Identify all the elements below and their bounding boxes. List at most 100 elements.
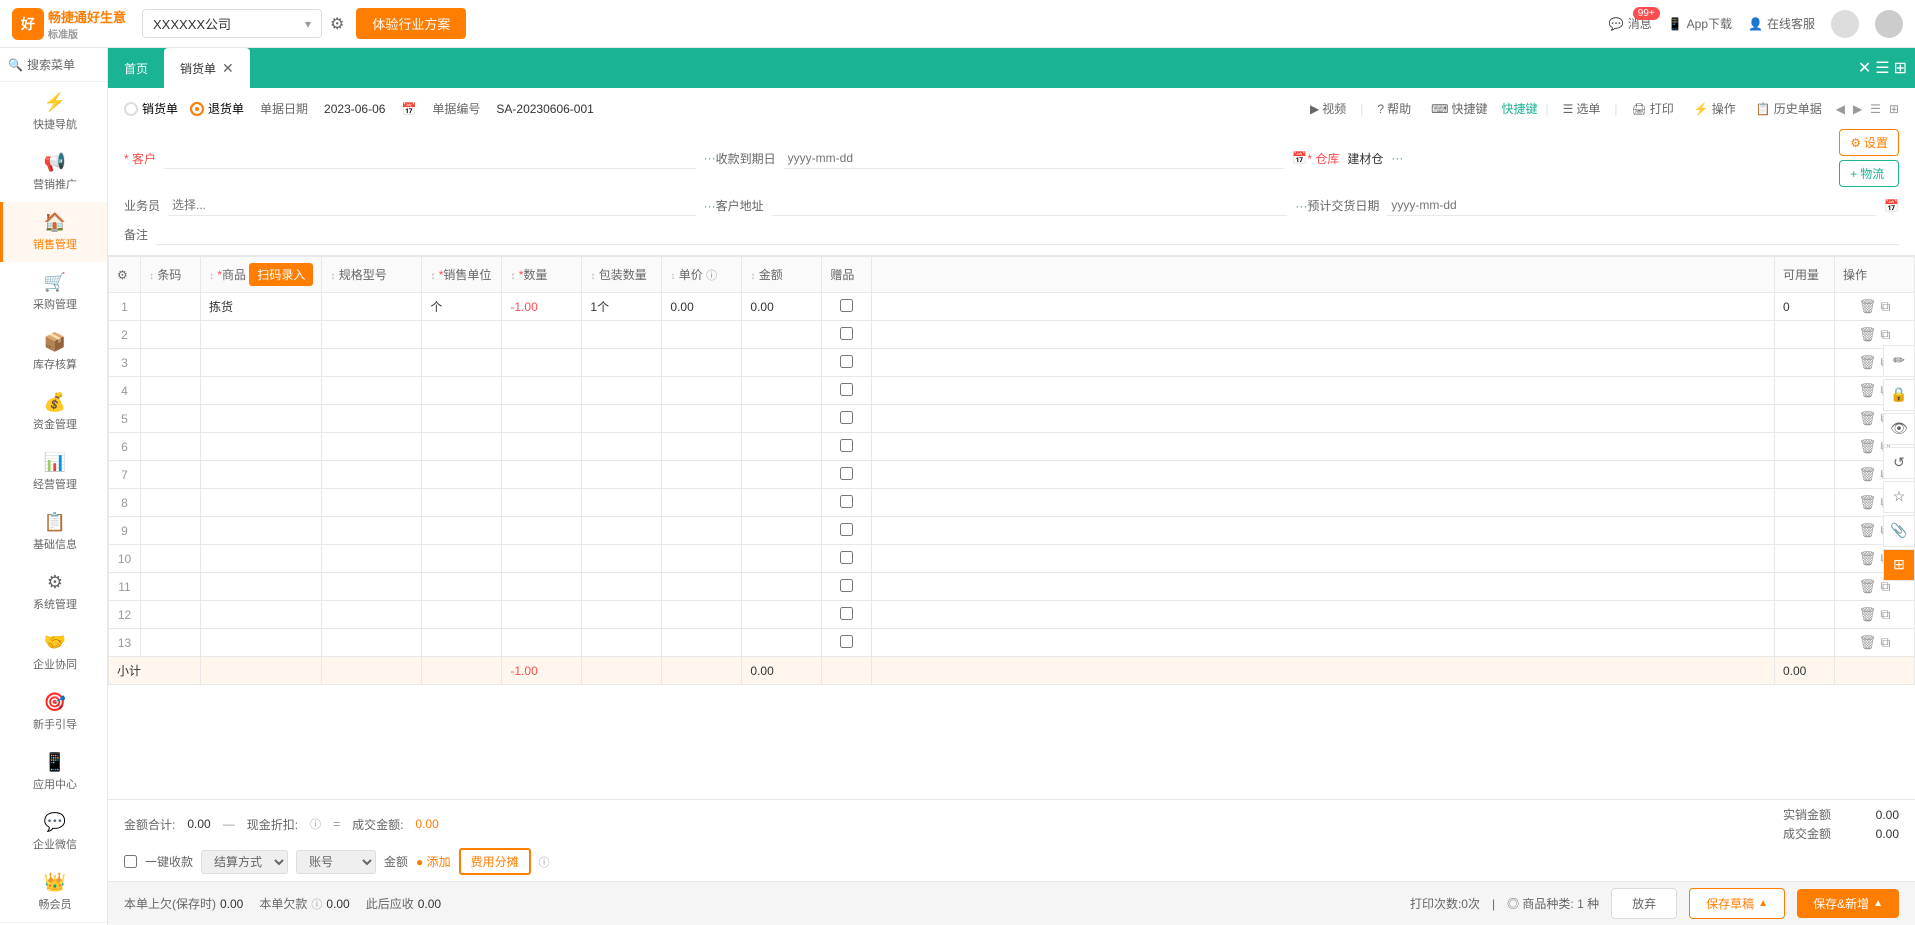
row-gift[interactable]	[822, 489, 872, 517]
row-goods[interactable]	[201, 321, 322, 349]
sidebar-item-quick-nav[interactable]: ⚡ 快捷导航	[0, 82, 107, 142]
row-spec[interactable]	[322, 573, 422, 601]
row-gift[interactable]	[822, 293, 872, 321]
radio-sales[interactable]: 销货单	[124, 100, 178, 117]
row-spec[interactable]	[322, 545, 422, 573]
delete-icon[interactable]: 🗑	[1859, 578, 1877, 595]
sidebar-item-guide[interactable]: 🎯 新手引导	[0, 682, 107, 742]
row-barcode[interactable]	[141, 349, 201, 377]
settings-icon[interactable]: ⚙	[330, 14, 344, 34]
row-spec[interactable]	[322, 405, 422, 433]
customer-input[interactable]	[164, 148, 696, 169]
delete-icon[interactable]: 🗑	[1859, 466, 1877, 483]
delete-icon[interactable]: 🗑	[1859, 382, 1877, 399]
row-unit-price[interactable]	[662, 349, 742, 377]
tab-close-icon[interactable]: ✕	[222, 60, 234, 77]
row-goods[interactable]: 拣货	[201, 293, 322, 321]
row-gift[interactable]	[822, 461, 872, 489]
row-gift[interactable]	[822, 405, 872, 433]
row-barcode[interactable]	[141, 461, 201, 489]
row-unit-price[interactable]	[662, 629, 742, 657]
row-barcode[interactable]	[141, 489, 201, 517]
online-service-btn[interactable]: 👤 在线客服	[1748, 15, 1815, 32]
fee-split-btn[interactable]: 费用分摊	[459, 848, 531, 875]
row-spec[interactable]	[322, 601, 422, 629]
row-gift[interactable]	[822, 377, 872, 405]
row-barcode[interactable]	[141, 517, 201, 545]
layout-list-icon[interactable]: ☰	[1875, 58, 1889, 78]
sidebar-item-sales[interactable]: 🏠 销售管理	[0, 202, 107, 262]
row-gift[interactable]	[822, 349, 872, 377]
address-expand-icon[interactable]: ···	[1295, 199, 1307, 213]
close-tab-icon[interactable]: ✕	[1858, 58, 1871, 78]
app-download-btn[interactable]: 📱 App下载	[1668, 15, 1732, 32]
row-spec[interactable]	[322, 461, 422, 489]
float-star-btn[interactable]: ☆	[1883, 481, 1915, 513]
sidebar-item-enterprise[interactable]: 🤝 企业协同	[0, 622, 107, 682]
float-eye-btn[interactable]: 👁	[1883, 413, 1915, 445]
delivery-cal-icon[interactable]: 📅	[1884, 199, 1899, 213]
row-barcode[interactable]	[141, 573, 201, 601]
prev-icon[interactable]: ◀	[1836, 102, 1845, 116]
payment-due-input[interactable]	[784, 148, 1285, 169]
payment-cal-icon[interactable]: 📅	[1292, 151, 1307, 165]
delete-icon[interactable]: 🗑	[1859, 354, 1877, 371]
sidebar-item-finance[interactable]: 💰 资金管理	[0, 382, 107, 442]
fee-split-info-icon[interactable]: ⓘ	[539, 854, 550, 870]
float-lock-btn[interactable]: 🔒	[1883, 379, 1915, 411]
row-barcode[interactable]	[141, 545, 201, 573]
next-icon[interactable]: ▶	[1853, 102, 1862, 116]
row-goods[interactable]	[201, 629, 322, 657]
delete-icon[interactable]: 🗑	[1859, 326, 1877, 343]
row-goods[interactable]	[201, 545, 322, 573]
row-qty[interactable]	[502, 461, 582, 489]
row-qty[interactable]	[502, 517, 582, 545]
row-gift[interactable]	[822, 321, 872, 349]
company-selector[interactable]: XXXXXX公司 ▾	[142, 9, 322, 38]
delete-icon[interactable]: 🗑	[1859, 522, 1877, 539]
row-unit-price[interactable]	[662, 517, 742, 545]
row-qty[interactable]	[502, 321, 582, 349]
search-menu[interactable]: 🔍 搜索菜单	[0, 48, 107, 82]
user-avatar[interactable]	[1831, 10, 1859, 38]
cash-discount-info-icon[interactable]: ⓘ	[310, 816, 321, 832]
notification-btn[interactable]: 💬 消息 99+	[1609, 15, 1652, 32]
customer-address-input[interactable]	[772, 195, 1288, 216]
owed-info-icon[interactable]: ⓘ	[311, 896, 322, 912]
delete-icon[interactable]: 🗑	[1859, 634, 1877, 651]
row-spec[interactable]	[322, 629, 422, 657]
copy-icon[interactable]: ⧉	[1880, 578, 1890, 595]
logistics-btn[interactable]: + 物流	[1839, 160, 1899, 187]
calc-method-select[interactable]: 结算方式	[201, 850, 288, 874]
row-spec[interactable]	[322, 433, 422, 461]
row-qty[interactable]	[502, 573, 582, 601]
row-unit-price[interactable]	[662, 573, 742, 601]
row-qty[interactable]	[502, 489, 582, 517]
row-unit-price[interactable]	[662, 601, 742, 629]
print-btn[interactable]: 🖨 打印	[1626, 98, 1680, 119]
row-barcode[interactable]	[141, 405, 201, 433]
list-view-icon[interactable]: ☰	[1870, 102, 1881, 116]
row-gift[interactable]	[822, 573, 872, 601]
row-gift[interactable]	[822, 601, 872, 629]
shortcut-btn[interactable]: ⌨ 快捷键	[1425, 98, 1493, 119]
row-unit-price[interactable]: 0.00	[662, 293, 742, 321]
float-orange-btn[interactable]: ⊞	[1883, 549, 1915, 581]
warehouse-expand-icon[interactable]: ···	[1391, 151, 1403, 165]
row-spec[interactable]	[322, 377, 422, 405]
scan-btn[interactable]: 扫码录入	[249, 263, 313, 286]
float-edit-btn[interactable]: ✏	[1883, 345, 1915, 377]
layout-grid-icon[interactable]: ⊞	[1894, 58, 1907, 78]
row-unit-price[interactable]	[662, 489, 742, 517]
video-btn[interactable]: ▶ 视频	[1304, 98, 1352, 119]
row-goods[interactable]	[201, 489, 322, 517]
delete-icon[interactable]: 🗑	[1859, 606, 1877, 623]
tab-sales-order[interactable]: 销货单 ✕	[164, 48, 250, 88]
row-goods[interactable]	[201, 461, 322, 489]
row-qty[interactable]	[502, 377, 582, 405]
sidebar-item-basic-info[interactable]: 📋 基础信息	[0, 502, 107, 562]
one-pay-checkbox[interactable]	[124, 855, 137, 868]
row-spec[interactable]	[322, 293, 422, 321]
row-goods[interactable]	[201, 405, 322, 433]
delete-icon[interactable]: 🗑	[1859, 410, 1877, 427]
